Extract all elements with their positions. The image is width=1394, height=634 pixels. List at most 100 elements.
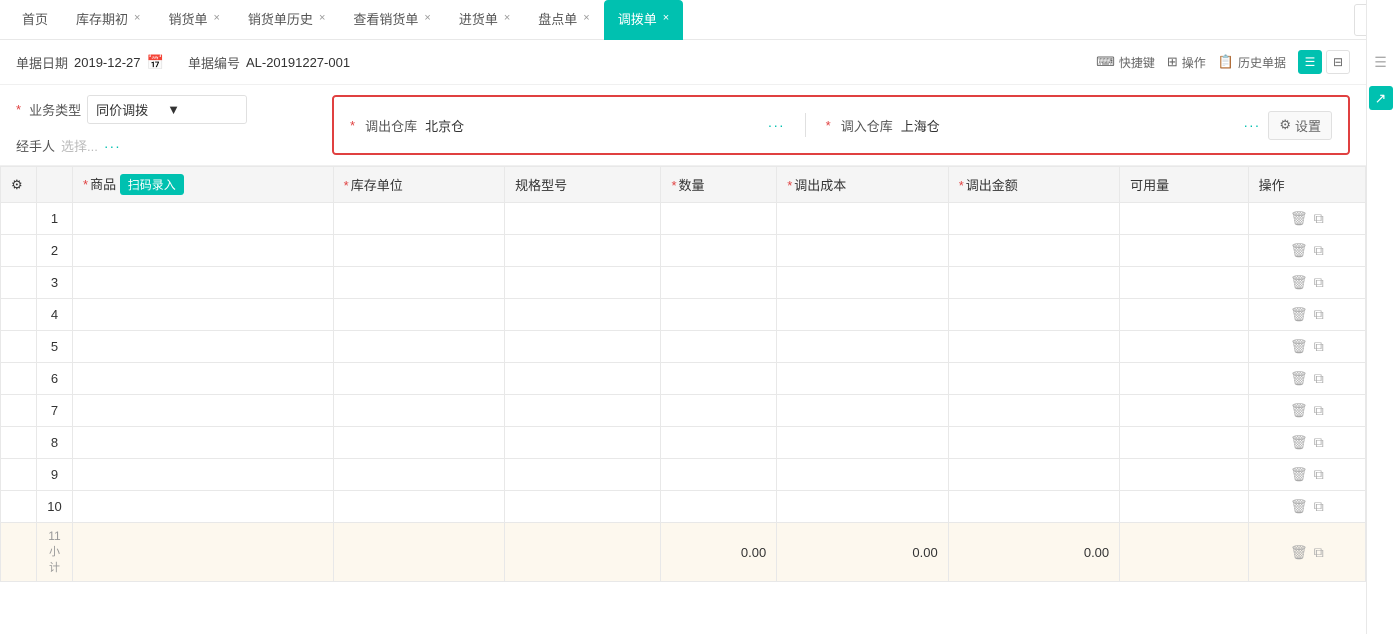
tab-sales-history[interactable]: 销货单历史 × [234, 0, 339, 40]
row-copy-icon[interactable]: ⧉ [1314, 338, 1324, 355]
scan-entry-button[interactable]: 扫码录入 [120, 174, 184, 195]
business-type-select[interactable]: 同价调拨 ▼ [87, 95, 247, 124]
tab-inventory-count[interactable]: 盘点单 × [524, 0, 603, 40]
row-amount-cell[interactable] [948, 491, 1119, 523]
row-copy-icon[interactable]: ⧉ [1314, 498, 1324, 515]
settings-button[interactable]: ⚙ 设置 [1268, 111, 1332, 140]
person-placeholder[interactable]: 选择... [61, 136, 98, 155]
row-product-cell[interactable] [73, 203, 334, 235]
layout-list-btn[interactable]: ☰ [1298, 50, 1322, 74]
row-available-cell[interactable] [1120, 491, 1249, 523]
tab-close-sales-order[interactable]: × [213, 13, 219, 24]
row-delete-icon[interactable]: 🗑 [1290, 306, 1308, 323]
row-unit-cell[interactable] [333, 395, 504, 427]
row-spec-cell[interactable] [505, 395, 661, 427]
row-copy-icon[interactable]: ⧉ [1314, 466, 1324, 483]
row-cost-cell[interactable] [777, 267, 948, 299]
layout-grid-btn[interactable]: ⊟ [1326, 50, 1350, 74]
row-amount-cell[interactable] [948, 299, 1119, 331]
tab-close-transfer-order[interactable]: × [663, 13, 669, 24]
row-delete-icon[interactable]: 🗑 [1290, 544, 1308, 561]
row-available-cell[interactable] [1120, 363, 1249, 395]
row-unit-cell[interactable] [333, 235, 504, 267]
row-delete-icon[interactable]: 🗑 [1290, 242, 1308, 259]
row-delete-icon[interactable]: 🗑 [1290, 370, 1308, 387]
row-qty-cell[interactable] [661, 363, 777, 395]
row-available-cell[interactable] [1120, 203, 1249, 235]
row-amount-cell[interactable] [948, 427, 1119, 459]
row-copy-icon[interactable]: ⧉ [1314, 544, 1324, 561]
row-product-cell[interactable] [73, 363, 334, 395]
row-cost-cell[interactable] [777, 491, 948, 523]
row-cost-cell[interactable] [777, 331, 948, 363]
shortcuts-action[interactable]: ⌨ 快捷键 [1096, 54, 1155, 71]
row-copy-icon[interactable]: ⧉ [1314, 274, 1324, 291]
operations-action[interactable]: ⊞ 操作 [1167, 54, 1206, 71]
row-qty-cell[interactable] [661, 203, 777, 235]
row-delete-icon[interactable]: 🗑 [1290, 338, 1308, 355]
row-qty-cell[interactable] [661, 427, 777, 459]
row-spec-cell[interactable] [505, 363, 661, 395]
row-qty-cell[interactable] [661, 299, 777, 331]
row-unit-cell[interactable] [333, 363, 504, 395]
calendar-icon[interactable]: 📅 [147, 54, 164, 71]
row-copy-icon[interactable]: ⧉ [1314, 210, 1324, 227]
row-delete-icon[interactable]: 🗑 [1290, 434, 1308, 451]
row-available-cell[interactable] [1120, 459, 1249, 491]
row-qty-cell[interactable] [661, 331, 777, 363]
row-copy-icon[interactable]: ⧉ [1314, 402, 1324, 419]
row-cost-cell[interactable] [777, 203, 948, 235]
row-amount-cell[interactable] [948, 267, 1119, 299]
row-product-cell[interactable] [73, 267, 334, 299]
row-spec-cell[interactable] [505, 267, 661, 299]
row-product-cell[interactable] [73, 299, 334, 331]
row-copy-icon[interactable]: ⧉ [1314, 306, 1324, 323]
row-qty-cell[interactable] [661, 235, 777, 267]
row-qty-cell[interactable] [661, 491, 777, 523]
row-delete-icon[interactable]: 🗑 [1290, 498, 1308, 515]
tab-close-sales-history[interactable]: × [319, 13, 325, 24]
row-product-cell[interactable] [73, 491, 334, 523]
row-copy-icon[interactable]: ⧉ [1314, 242, 1324, 259]
row-cost-cell[interactable] [777, 427, 948, 459]
tab-sales-order[interactable]: 销货单 × [154, 0, 233, 40]
row-product-cell[interactable] [73, 427, 334, 459]
tab-transfer-order[interactable]: 调拨单 × [604, 0, 683, 40]
row-amount-cell[interactable] [948, 235, 1119, 267]
tab-close-view-sales[interactable]: × [424, 13, 430, 24]
sidebar-external-icon[interactable]: ↗ [1369, 86, 1393, 110]
row-delete-icon[interactable]: 🗑 [1290, 274, 1308, 291]
row-qty-cell[interactable] [661, 395, 777, 427]
tab-close-purchase-order[interactable]: × [504, 13, 510, 24]
row-amount-cell[interactable] [948, 203, 1119, 235]
row-spec-cell[interactable] [505, 299, 661, 331]
tab-purchase-order[interactable]: 进货单 × [445, 0, 524, 40]
row-qty-cell[interactable] [661, 459, 777, 491]
row-spec-cell[interactable] [505, 491, 661, 523]
row-available-cell[interactable] [1120, 299, 1249, 331]
row-delete-icon[interactable]: 🗑 [1290, 466, 1308, 483]
row-product-cell[interactable] [73, 395, 334, 427]
row-copy-icon[interactable]: ⧉ [1314, 370, 1324, 387]
tab-home[interactable]: 首页 [8, 0, 62, 40]
row-spec-cell[interactable] [505, 427, 661, 459]
person-ellipsis-button[interactable]: ··· [104, 138, 121, 154]
row-unit-cell[interactable] [333, 203, 504, 235]
row-cost-cell[interactable] [777, 299, 948, 331]
row-product-cell[interactable] [73, 331, 334, 363]
tab-close-inventory-count[interactable]: × [583, 13, 589, 24]
row-unit-cell[interactable] [333, 331, 504, 363]
row-cost-cell[interactable] [777, 395, 948, 427]
col-header-gear[interactable]: ⚙ [1, 167, 37, 203]
row-cost-cell[interactable] [777, 235, 948, 267]
tab-view-sales[interactable]: 查看销货单 × [339, 0, 444, 40]
warehouse-out-ellipsis-button[interactable]: ··· [768, 117, 785, 133]
row-amount-cell[interactable] [948, 331, 1119, 363]
row-spec-cell[interactable] [505, 459, 661, 491]
row-available-cell[interactable] [1120, 427, 1249, 459]
row-product-cell[interactable] [73, 235, 334, 267]
tab-inventory-init[interactable]: 库存期初 × [62, 0, 154, 40]
row-unit-cell[interactable] [333, 299, 504, 331]
row-spec-cell[interactable] [505, 235, 661, 267]
sidebar-list-icon[interactable]: ☰ [1369, 50, 1393, 74]
